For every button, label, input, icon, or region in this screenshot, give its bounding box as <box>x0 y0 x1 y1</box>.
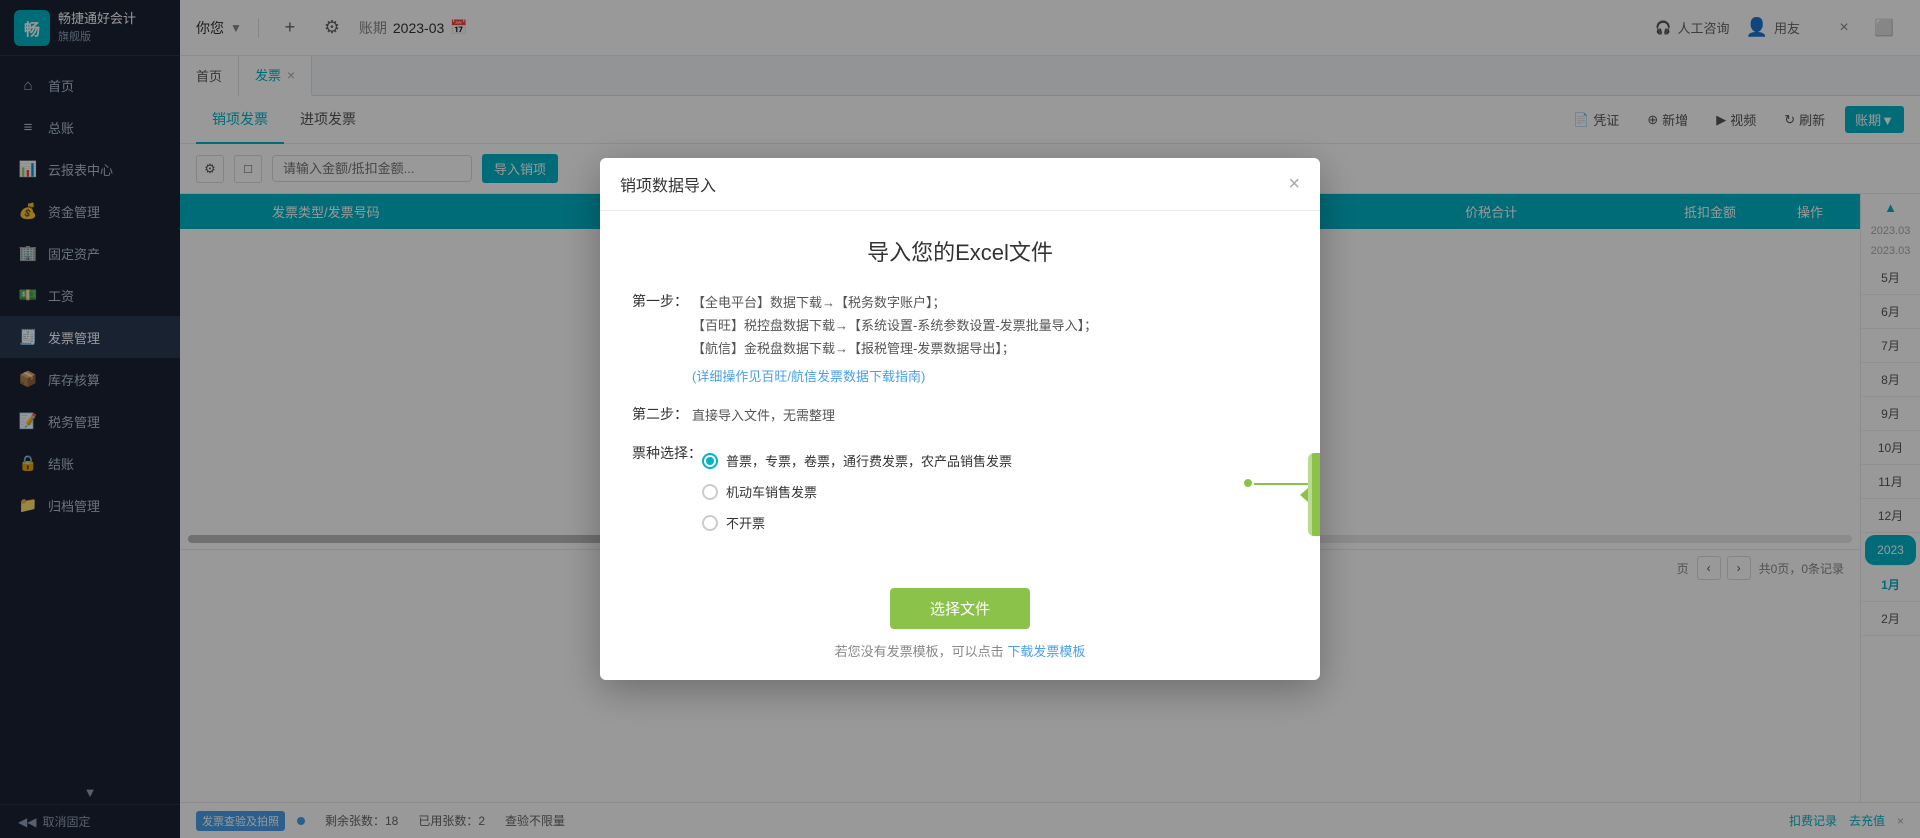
radio-normal-label: 普票，专票，卷票，通行费发票，农产品销售发票 <box>726 451 1012 470</box>
modal-main-title: 导入您的Excel文件 <box>632 235 1288 267</box>
radio-noticket[interactable] <box>702 515 718 531</box>
step2-content: 直接导入文件，无需整理 <box>692 404 835 427</box>
radio-motor-row: 机动车销售发票 <box>702 482 1012 501</box>
ticket-type-row: 票种选择： 普票，专票，卷票，通行费发票，农产品销售发票 机动车销售发票 不开票 <box>632 443 1288 532</box>
radio-noticket-row: 不开票 <box>702 513 1012 532</box>
tooltip-bar <box>1308 453 1312 535</box>
radio-motor-label: 机动车销售发票 <box>726 482 817 501</box>
download-guide-link[interactable]: (详细操作见百旺/航信发票数据下载指南) <box>692 369 925 384</box>
modal-close-btn[interactable]: × <box>1288 174 1300 194</box>
template-hint: 若您没有发票模板，可以点击 <box>835 644 1004 659</box>
step1-line-3: 【航信】金税盘数据下载→【报税管理-发票数据导出】； <box>692 337 1097 360</box>
radio-noticket-label: 不开票 <box>726 513 765 532</box>
step1-label: 第一步： <box>632 291 692 389</box>
step1-link-container: (详细操作见百旺/航信发票数据下载指南) <box>692 365 1097 388</box>
step2-row: 第二步： 直接导入文件，无需整理 <box>632 404 1288 427</box>
tooltip-line <box>1248 483 1308 485</box>
tooltip-container: 现在支持的票种多了，导入发票时别忘了选择正确的发票类型呀! × <box>1308 453 1320 535</box>
step2-label: 第二步： <box>632 404 692 427</box>
select-file-btn[interactable]: 选择文件 <box>890 588 1030 629</box>
modal-sales-import: 销项数据导入 × 导入您的Excel文件 第一步： 【全电平台】数据下载→【税务… <box>600 158 1320 681</box>
modal-header: 销项数据导入 × <box>600 158 1320 211</box>
ticket-label: 票种选择： <box>632 443 702 532</box>
tooltip-bubble: 现在支持的票种多了，导入发票时别忘了选择正确的发票类型呀! × <box>1308 453 1320 535</box>
step1-content: 【全电平台】数据下载→【税务数字账户】； 【百旺】税控盘数据下载→【系统设置-系… <box>692 291 1097 389</box>
modal-overlay: 销项数据导入 × 导入您的Excel文件 第一步： 【全电平台】数据下载→【税务… <box>0 0 1920 838</box>
modal-title: 销项数据导入 <box>620 172 716 196</box>
download-template-link[interactable]: 下载发票模板 <box>1007 644 1085 659</box>
radio-normal[interactable] <box>702 453 718 469</box>
modal-body: 导入您的Excel文件 第一步： 【全电平台】数据下载→【税务数字账户】； 【百… <box>600 211 1320 573</box>
step1-line-1: 【全电平台】数据下载→【税务数字账户】； <box>692 291 1097 314</box>
radio-motor[interactable] <box>702 484 718 500</box>
template-hint-row: 若您没有发票模板，可以点击 下载发票模板 <box>835 641 1086 660</box>
modal-footer: 选择文件 若您没有发票模板，可以点击 下载发票模板 <box>600 572 1320 680</box>
radio-normal-row: 普票，专票，卷票，通行费发票，农产品销售发票 <box>702 451 1012 470</box>
tooltip-arrow <box>1300 488 1308 502</box>
step1-row: 第一步： 【全电平台】数据下载→【税务数字账户】； 【百旺】税控盘数据下载→【系… <box>632 291 1288 389</box>
radio-group: 普票，专票，卷票，通行费发票，农产品销售发票 机动车销售发票 不开票 <box>702 451 1012 532</box>
step1-line-2: 【百旺】税控盘数据下载→【系统设置-系统参数设置-发票批量导入】； <box>692 314 1097 337</box>
tooltip-dot <box>1242 477 1254 489</box>
